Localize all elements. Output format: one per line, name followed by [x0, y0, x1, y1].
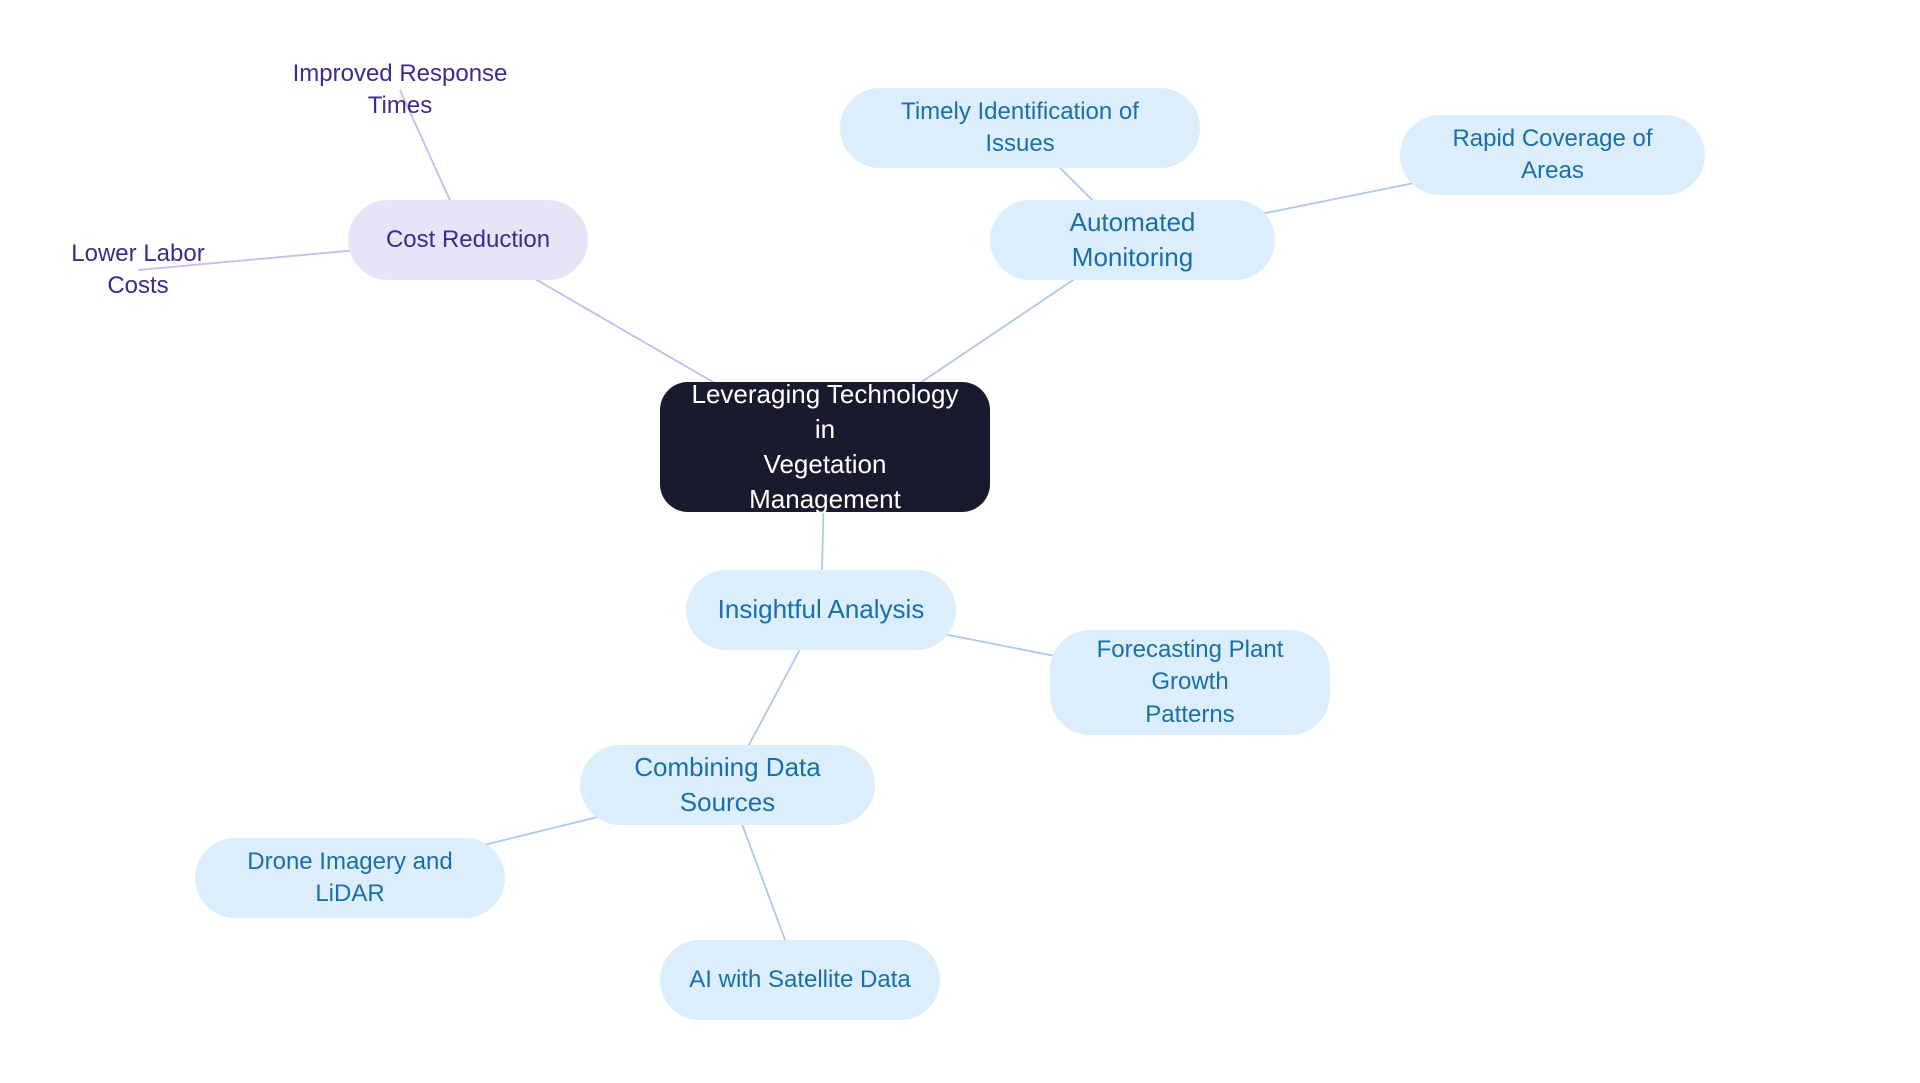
- ai-satellite-node: AI with Satellite Data: [660, 940, 940, 1020]
- center-label: Leveraging Technology in Vegetation Mana…: [688, 377, 962, 517]
- drone-imagery-label: Drone Imagery and LiDAR: [223, 846, 477, 911]
- improved-response-label: Improved Response Times: [273, 58, 527, 123]
- rapid-coverage-label: Rapid Coverage of Areas: [1428, 123, 1677, 188]
- combining-data-node: Combining Data Sources: [580, 745, 875, 825]
- insightful-analysis-label: Insightful Analysis: [718, 592, 925, 627]
- forecasting-plant-label: Forecasting Plant Growth Patterns: [1078, 634, 1302, 731]
- drone-imagery-node: Drone Imagery and LiDAR: [195, 838, 505, 918]
- insightful-analysis-node: Insightful Analysis: [686, 570, 956, 650]
- forecasting-plant-node: Forecasting Plant Growth Patterns: [1050, 630, 1330, 735]
- improved-response-node: Improved Response Times: [245, 50, 555, 130]
- automated-monitoring-node: Automated Monitoring: [990, 200, 1275, 280]
- timely-id-label: Timely Identification of Issues: [868, 96, 1172, 161]
- rapid-coverage-node: Rapid Coverage of Areas: [1400, 115, 1705, 195]
- cost-reduction-node: Cost Reduction: [348, 200, 588, 280]
- timely-id-node: Timely Identification of Issues: [840, 88, 1200, 168]
- combining-data-label: Combining Data Sources: [608, 750, 847, 820]
- lower-labor-label: Lower Labor Costs: [46, 238, 230, 303]
- cost-reduction-label: Cost Reduction: [386, 224, 550, 256]
- lower-labor-node: Lower Labor Costs: [18, 230, 258, 310]
- center-node: Leveraging Technology in Vegetation Mana…: [660, 382, 990, 512]
- ai-satellite-label: AI with Satellite Data: [689, 964, 910, 996]
- automated-monitoring-label: Automated Monitoring: [1018, 205, 1247, 275]
